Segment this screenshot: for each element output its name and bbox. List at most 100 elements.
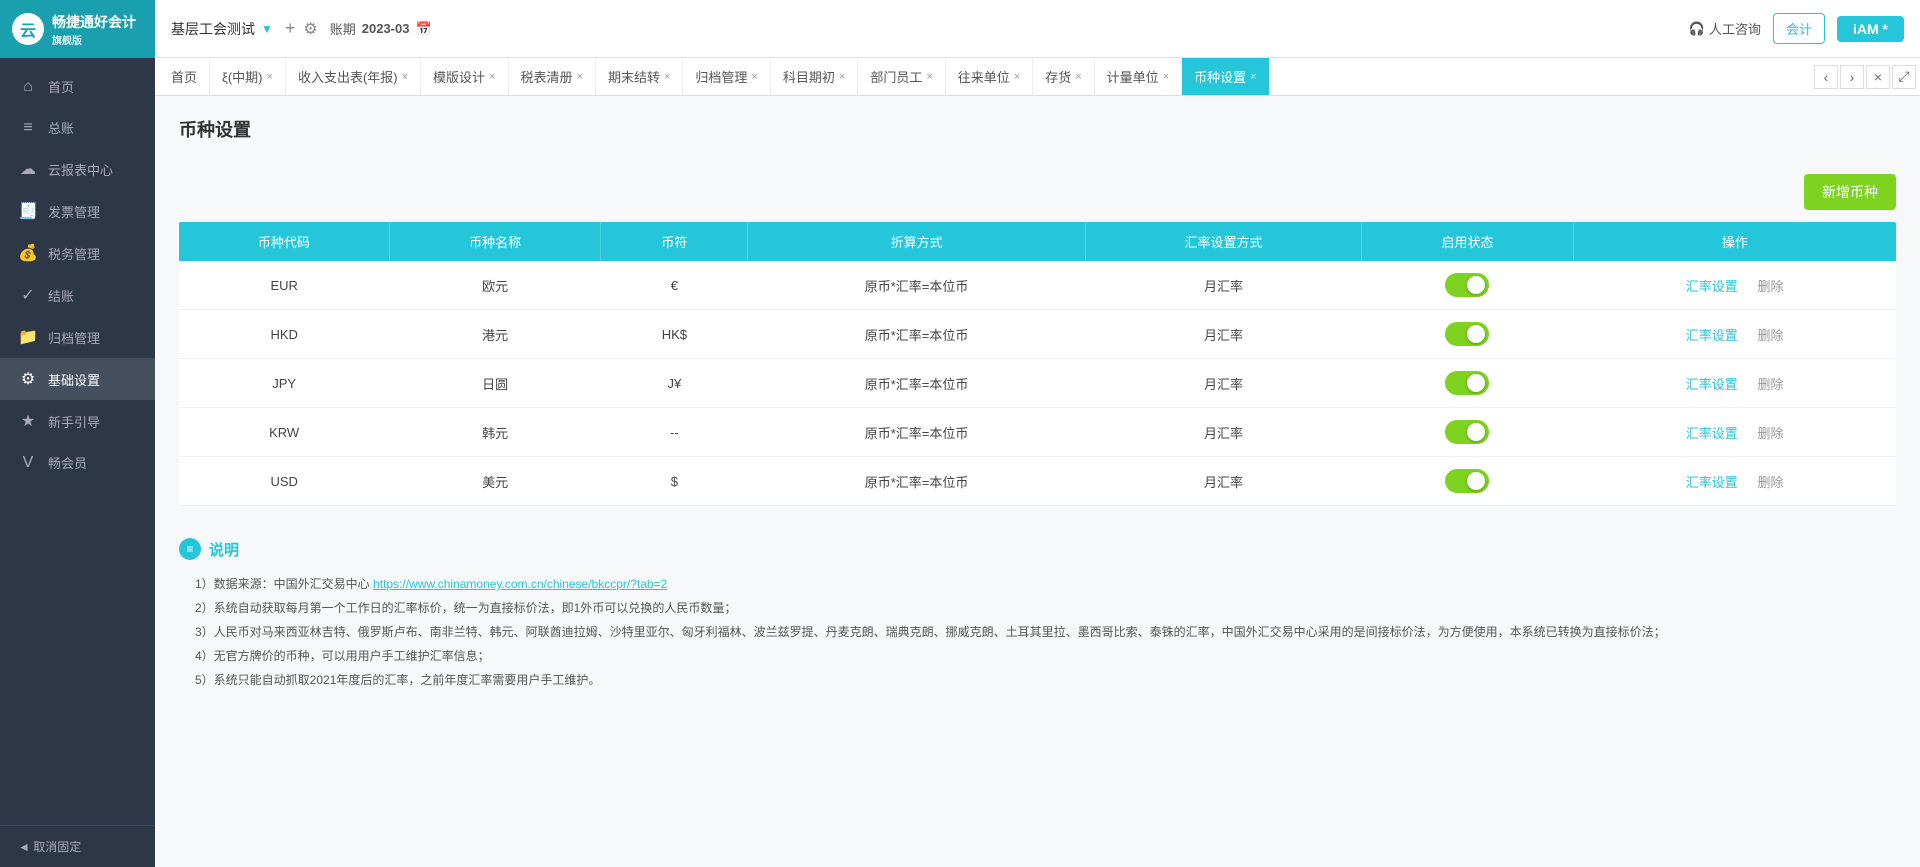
tab-template[interactable]: 模版设计 × bbox=[421, 58, 508, 96]
notice-icon: ≡ bbox=[179, 538, 201, 560]
sidebar-item-home[interactable]: ⌂ 首页 bbox=[0, 66, 155, 107]
close-icon[interactable]: × bbox=[1075, 71, 1081, 83]
dropdown-icon: ▼ bbox=[261, 22, 273, 36]
page-header: 币种设置 bbox=[179, 116, 1896, 158]
rate-setting-link[interactable]: 汇率设置 bbox=[1686, 377, 1738, 392]
company-name: 基层工会测试 bbox=[171, 19, 255, 39]
logo-text-block: 畅捷通好会计 旗舰版 bbox=[52, 12, 136, 47]
tab-tax-clear[interactable]: 税表清册 × bbox=[509, 58, 596, 96]
sidebar-logo: 云 畅捷通好会计 旗舰版 bbox=[0, 0, 155, 58]
notice-title: ≡ 说明 bbox=[179, 538, 1896, 560]
close-icon[interactable]: × bbox=[926, 71, 932, 83]
delete-button[interactable]: 删除 bbox=[1757, 279, 1783, 294]
sidebar-item-label: 云报表中心 bbox=[48, 160, 113, 179]
toggle-slider bbox=[1445, 371, 1489, 395]
tab-subjects[interactable]: 科目期初 × bbox=[771, 58, 858, 96]
settings-gear-icon[interactable]: ⚙ bbox=[303, 19, 317, 39]
close-icon[interactable]: × bbox=[577, 71, 583, 83]
rate-setting-link[interactable]: 汇率设置 bbox=[1686, 426, 1738, 441]
tab-home[interactable]: 首页 bbox=[159, 58, 210, 96]
tabs-prev-button[interactable]: ‹ bbox=[1814, 65, 1838, 89]
tab-inventory[interactable]: 存货 × bbox=[1033, 58, 1094, 96]
tabs-close-button[interactable]: × bbox=[1866, 65, 1890, 89]
tabs-expand-button[interactable]: ⤢ bbox=[1892, 65, 1916, 89]
tab-label: 首页 bbox=[171, 67, 197, 86]
help-button[interactable]: 🎧 人工咨询 bbox=[1689, 19, 1761, 38]
cell-code: USD bbox=[179, 457, 389, 506]
cell-calc-method: 原币*汇率=本位币 bbox=[748, 359, 1086, 408]
calendar-icon[interactable]: 📅 bbox=[415, 21, 431, 37]
tab-label: 税表清册 bbox=[521, 67, 573, 86]
close-icon[interactable]: × bbox=[839, 71, 845, 83]
checkout-icon: ✓ bbox=[18, 285, 38, 305]
iam-button[interactable]: iAM * bbox=[1837, 16, 1904, 42]
tab-units[interactable]: 计量单位 × bbox=[1095, 58, 1182, 96]
company-selector[interactable]: 基层工会测试 ▼ bbox=[171, 19, 273, 39]
close-icon[interactable]: × bbox=[267, 71, 273, 83]
tab-period[interactable]: ξ(中期) × bbox=[210, 58, 286, 96]
close-icon[interactable]: × bbox=[664, 71, 670, 83]
new-currency-button[interactable]: 新增币种 bbox=[1804, 174, 1896, 210]
sidebar: 云 畅捷通好会计 旗舰版 ⌂ 首页 ≡ 总账 ☁ 云报表中心 🧾 发票管理 💰 … bbox=[0, 0, 155, 867]
tab-department[interactable]: 部门员工 × bbox=[858, 58, 945, 96]
topbar-right: 🎧 人工咨询 会计 iAM * bbox=[1689, 13, 1904, 44]
sidebar-item-label: 总账 bbox=[48, 118, 74, 137]
col-header-calc: 折算方式 bbox=[748, 222, 1086, 261]
sidebar-footer[interactable]: ◄ 取消固定 bbox=[0, 825, 155, 867]
sidebar-item-settings[interactable]: ⚙ 基础设置 bbox=[0, 358, 155, 400]
cell-rate-method: 月汇率 bbox=[1085, 261, 1361, 310]
col-header-actions: 操作 bbox=[1573, 222, 1896, 261]
close-icon[interactable]: × bbox=[489, 71, 495, 83]
delete-button[interactable]: 删除 bbox=[1757, 377, 1783, 392]
rate-setting-link[interactable]: 汇率设置 bbox=[1686, 328, 1738, 343]
cell-calc-method: 原币*汇率=本位币 bbox=[748, 457, 1086, 506]
close-icon[interactable]: × bbox=[402, 71, 408, 83]
cell-code: EUR bbox=[179, 261, 389, 310]
sidebar-item-ledger[interactable]: ≡ 总账 bbox=[0, 107, 155, 148]
close-icon[interactable]: × bbox=[1250, 71, 1256, 83]
accounting-button[interactable]: 会计 bbox=[1773, 13, 1825, 44]
notice-item: 1）数据来源：中国外汇交易中心 https://www.chinamoney.c… bbox=[187, 572, 1896, 596]
cell-symbol: -- bbox=[601, 408, 748, 457]
sidebar-item-member[interactable]: V 畅会员 bbox=[0, 442, 155, 483]
tab-period-end[interactable]: 期末结转 × bbox=[596, 58, 683, 96]
tab-label: ξ(中期) bbox=[222, 67, 262, 86]
notice-link[interactable]: https://www.chinamoney.com.cn/chinese/bk… bbox=[373, 577, 667, 591]
tab-partners[interactable]: 往来单位 × bbox=[946, 58, 1033, 96]
cell-name: 港元 bbox=[389, 310, 601, 359]
cell-code: HKD bbox=[179, 310, 389, 359]
status-toggle[interactable] bbox=[1445, 420, 1489, 444]
sidebar-item-label: 税务管理 bbox=[48, 244, 100, 263]
currency-table-wrapper: 币种代码 币种名称 币符 折算方式 汇率设置方式 启用状态 操作 EUR 欧元 … bbox=[179, 222, 1896, 506]
close-icon[interactable]: × bbox=[751, 71, 757, 83]
tab-label: 部门员工 bbox=[870, 67, 922, 86]
tab-income[interactable]: 收入支出表(年报) × bbox=[286, 58, 421, 96]
cell-name: 欧元 bbox=[389, 261, 601, 310]
sidebar-item-invoice[interactable]: 🧾 发票管理 bbox=[0, 190, 155, 232]
sidebar-item-guide[interactable]: ★ 新手引导 bbox=[0, 400, 155, 442]
delete-button[interactable]: 删除 bbox=[1757, 328, 1783, 343]
sidebar-item-checkout[interactable]: ✓ 结账 bbox=[0, 274, 155, 316]
delete-button[interactable]: 删除 bbox=[1757, 475, 1783, 490]
tab-currency[interactable]: 币种设置 × bbox=[1182, 58, 1269, 96]
add-icon[interactable]: + bbox=[285, 18, 296, 39]
notice-item: 5）系统只能自动抓取2021年度后的汇率，之前年度汇率需要用户手工维护。 bbox=[187, 668, 1896, 692]
status-toggle[interactable] bbox=[1445, 322, 1489, 346]
sidebar-item-tax[interactable]: 💰 税务管理 bbox=[0, 232, 155, 274]
status-toggle[interactable] bbox=[1445, 469, 1489, 493]
table-row: USD 美元 $ 原币*汇率=本位币 月汇率 汇率设置 删除 bbox=[179, 457, 1896, 506]
tab-archive-mgmt[interactable]: 归档管理 × bbox=[683, 58, 770, 96]
rate-setting-link[interactable]: 汇率设置 bbox=[1686, 475, 1738, 490]
tabs-next-button[interactable]: › bbox=[1840, 65, 1864, 89]
period-label: 账期 bbox=[330, 19, 356, 38]
cell-rate-method: 月汇率 bbox=[1085, 359, 1361, 408]
sidebar-item-archive[interactable]: 📁 归档管理 bbox=[0, 316, 155, 358]
status-toggle[interactable] bbox=[1445, 371, 1489, 395]
status-toggle[interactable] bbox=[1445, 273, 1489, 297]
close-icon[interactable]: × bbox=[1014, 71, 1020, 83]
delete-button[interactable]: 删除 bbox=[1757, 426, 1783, 441]
toggle-slider bbox=[1445, 469, 1489, 493]
sidebar-item-reports[interactable]: ☁ 云报表中心 bbox=[0, 148, 155, 190]
close-icon[interactable]: × bbox=[1163, 71, 1169, 83]
rate-setting-link[interactable]: 汇率设置 bbox=[1686, 279, 1738, 294]
